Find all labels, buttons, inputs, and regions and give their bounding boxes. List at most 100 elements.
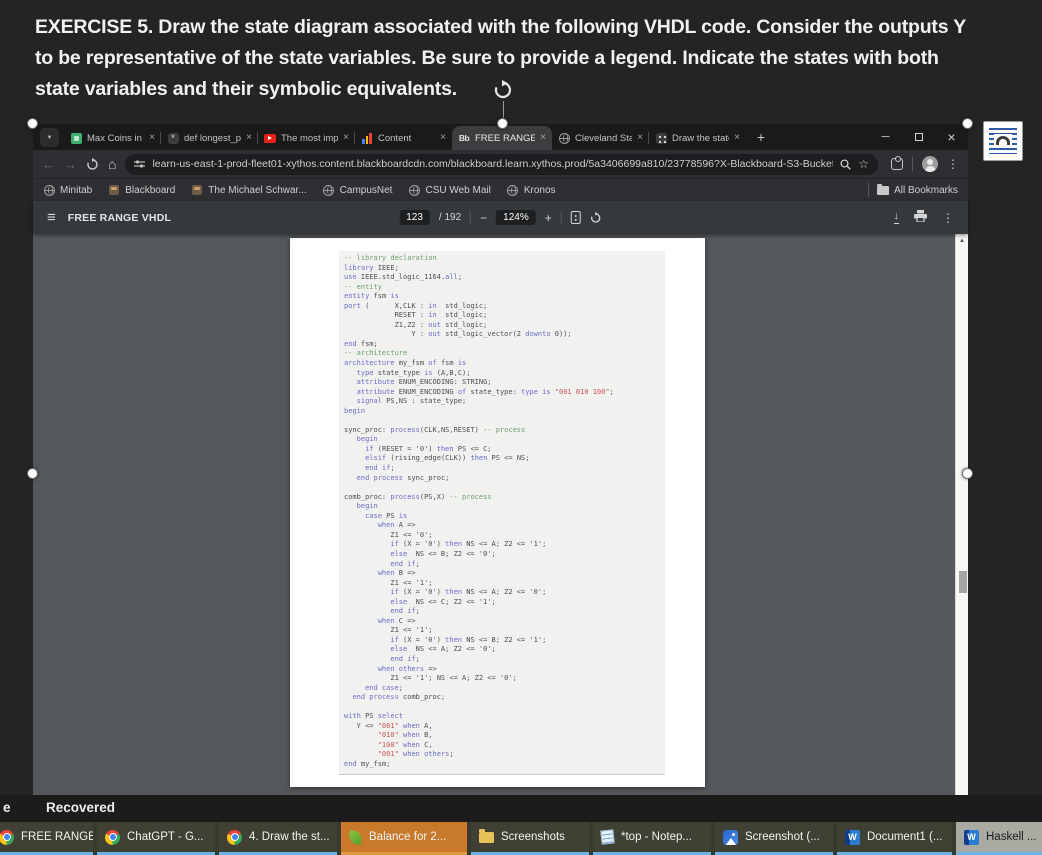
tab-close-icon[interactable]: × [246,133,252,143]
pdf-divider2 [560,210,562,225]
selection-handle-top-right[interactable] [962,118,973,129]
chart-colorful-favicon [361,132,373,144]
extensions-icon[interactable] [891,156,903,170]
download-icon[interactable]: ↓ [893,211,899,224]
browser-tab[interactable]: Bb FREE RANGE VHDL × [452,126,552,150]
browser-tab[interactable]: Content × [354,126,452,150]
vhdl-code-listing: -- library declaration library IEEE; use I… [339,251,665,775]
taskbar-item[interactable]: Screenshot (... [715,822,833,855]
taskbar-item-label: Screenshots [501,831,565,843]
tab-label: The most important cou [281,132,339,144]
code-line: elsif (rising_edge(CLK)) then PS <= NS; [365,454,530,463]
taskbar-item[interactable]: *top - Notep... [593,822,711,855]
browser-tab[interactable]: Max Coins in Piles × [64,126,161,150]
url-text[interactable]: learn-us-east-1-prod-fleet01-xythos.cont… [152,158,833,170]
taskbar-item[interactable]: W Haskell ... [956,822,1042,855]
forward-icon[interactable]: → [64,157,77,172]
layout-options-button[interactable] [983,121,1023,161]
browser-tab[interactable]: * def longest_palindromic_ × [160,126,258,150]
chart-icon [362,132,372,144]
code-line: library IEEE; [344,263,399,272]
code-line: end process comb_proc; [352,693,446,702]
bookmark-label: CampusNet [339,184,393,196]
chrome-icon [227,829,242,845]
taskbar-item[interactable]: FREE RANGE ... [0,822,93,855]
tab-close-icon[interactable]: × [637,133,643,143]
navigation-bar: ← → ⌂ learn-us-east-1-prod-fleet01-xytho… [33,150,968,178]
selection-handle-top-left[interactable] [27,118,38,129]
bookmark-item[interactable]: The Michael Schwar... [191,184,307,196]
taskbar-item-label: Haskell ... [986,831,1037,843]
browser-tab[interactable]: Draw the state diagram a × [648,126,746,150]
bookmark-item[interactable]: Minitab [43,184,92,196]
bookmark-label: The Michael Schwar... [208,184,307,196]
minimize-button[interactable]: ─ [869,124,902,150]
browser-menu-icon[interactable]: ⋮ [947,157,959,171]
selection-handle-right-middle[interactable] [962,468,973,479]
taskbar-item[interactable]: ChatGPT - G... [97,822,215,855]
blackboard-bb-icon: Bb [458,133,470,143]
rotate-handle-icon[interactable] [492,79,514,101]
print-icon[interactable] [914,209,927,227]
tab-label: def longest_palindromic_ [184,132,242,144]
fit-page-icon[interactable] [570,211,581,224]
pdf-scrollbar[interactable]: ▲ [955,234,968,795]
pdf-title: FREE RANGE VHDL [67,211,172,224]
code-line: Z1 <= '1'; NS <= A; Z2 <= '0'; [344,674,517,683]
taskbar-item[interactable]: Screenshots [471,822,589,855]
bookmark-item[interactable]: CSU Web Mail [408,184,491,196]
status-strip: e Recovered [0,795,1042,822]
bookmark-item[interactable]: Blackboard [108,184,175,196]
pdf-menu-icon[interactable]: ≡ [47,209,56,226]
restore-button[interactable] [902,124,935,150]
home-icon[interactable]: ⌂ [108,156,116,172]
taskbar-item[interactable]: Balance for 2... [341,822,467,855]
tab-close-icon[interactable]: × [734,133,740,143]
address-bar[interactable]: learn-us-east-1-prod-fleet01-xythos.cont… [125,153,878,175]
code-line: Y : out std_logic_vector(2 downto 0)); [344,330,572,339]
tab-search-button[interactable]: ▼ [40,128,59,147]
bookmark-item[interactable]: CampusNet [323,184,393,196]
pdf-more-icon[interactable]: ⋮ [942,211,954,225]
zoom-magnifier-icon[interactable] [840,158,852,170]
rotate-page-icon[interactable] [590,211,602,224]
selection-handle-left-middle[interactable] [27,468,38,479]
code-line: end if; [390,559,420,568]
tab-close-icon[interactable]: × [343,133,349,143]
bookmark-label: CSU Web Mail [425,184,491,196]
profile-avatar[interactable] [922,156,938,172]
tab-label: Max Coins in Piles [87,132,144,144]
browser-tab[interactable]: The most important cou × [257,126,355,150]
selection-handle-top-center[interactable] [497,118,508,129]
tab-close-icon[interactable]: × [540,133,546,143]
new-tab-button[interactable]: + [750,126,772,148]
code-line: when A => [377,521,416,530]
code-line: RESET : in std_logic; [344,311,488,320]
close-button[interactable]: × [935,124,968,150]
restore-icon [914,133,923,141]
zoom-in-button[interactable]: + [545,211,552,225]
code-line: if (X = '0') then NS <= A; Z2 <= '0'; [390,588,547,597]
bookmark-item[interactable]: Kronos [507,184,556,196]
code-line: end if; [365,464,395,473]
all-bookmarks-button[interactable]: All Bookmarks [877,183,958,196]
tab-close-icon[interactable]: × [149,133,155,143]
bookmark-star-icon[interactable]: ☆ [858,157,869,171]
reload-icon[interactable] [86,157,99,171]
scrollbar-thumb[interactable] [958,571,967,593]
browser-tab[interactable]: Cleveland State Universi × [552,126,649,150]
taskbar-item[interactable]: W Document1 (... [837,822,952,855]
back-icon[interactable]: ← [42,157,55,172]
zoom-level-input[interactable]: 124% [496,210,536,225]
tab-close-icon[interactable]: × [440,133,446,143]
page-number-input[interactable]: 123 [399,210,430,225]
scroll-up-icon[interactable]: ▲ [956,234,968,247]
site-info-icon[interactable] [134,159,146,169]
chrome-icon [105,829,120,845]
taskbar-item-label: 4. Draw the st... [249,831,330,843]
bookmarks-divider [868,183,870,197]
taskbar-item[interactable]: 4. Draw the st... [219,822,337,855]
zoom-out-button[interactable]: − [480,211,487,225]
code-line: if (X = '0') then NS <= B; Z2 <= '1'; [390,635,547,644]
